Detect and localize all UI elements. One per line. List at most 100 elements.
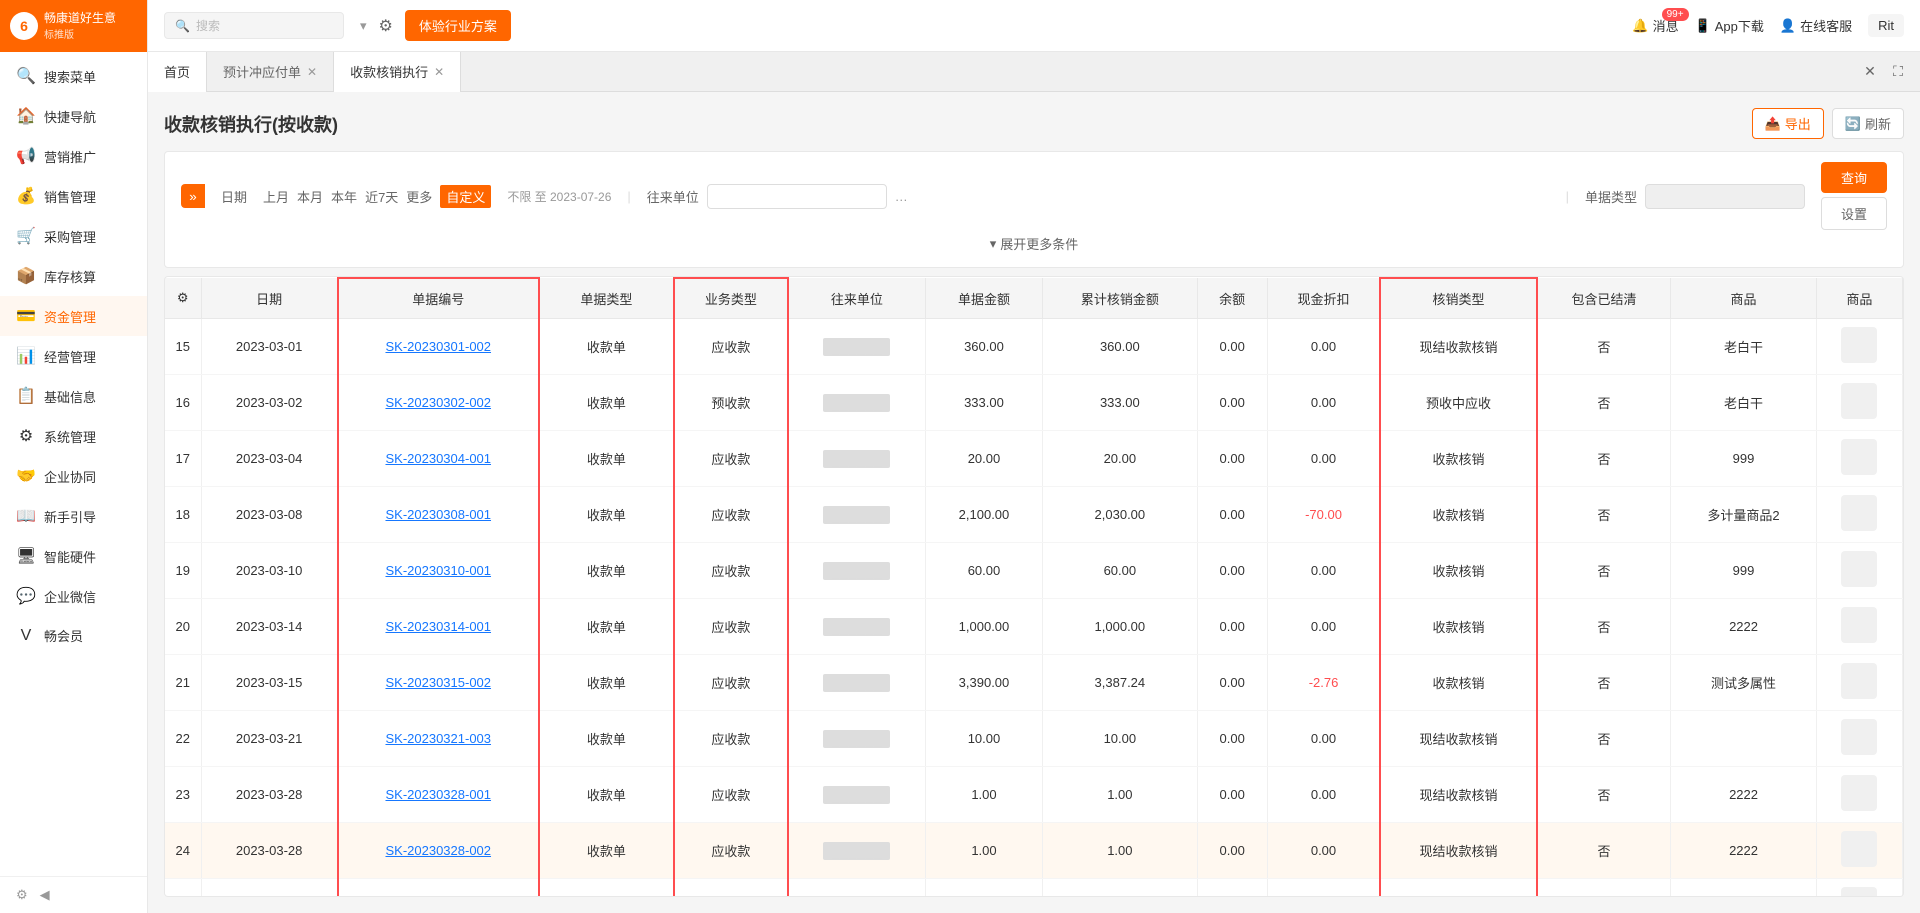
sidebar-label-basic: 基础信息 <box>44 387 96 406</box>
doc-no-link[interactable]: SK-20230304-001 <box>385 451 491 466</box>
topbar-search-box[interactable]: 🔍 搜索 <box>164 12 344 39</box>
cell-discount: 0.00 <box>1267 375 1380 431</box>
table-row[interactable]: 25 2023-03-31 SK-20230331-002 红字收款单 应收款 … <box>165 879 1903 898</box>
cell-include-settled: 否 <box>1537 711 1671 767</box>
tab-receivable[interactable]: 预计冲应付单 ✕ <box>207 52 334 92</box>
col-write-off: 累计核销金额 <box>1043 278 1198 319</box>
sidebar-item-hardware[interactable]: 🖥智能硬件 <box>0 536 147 576</box>
sidebar-item-wechat[interactable]: 💬企业微信 <box>0 576 147 616</box>
cell-doc-no: SK-20230315-002 <box>338 655 539 711</box>
cell-date: 2023-03-08 <box>201 487 338 543</box>
sidebar-item-member[interactable]: V畅会员 <box>0 616 147 655</box>
filter-date-options: 上月 本月 本年 近7天 更多 自定义 <box>263 185 491 208</box>
date-custom[interactable]: 自定义 <box>440 185 491 208</box>
doc-no-link[interactable]: SK-20230321-003 <box>385 731 491 746</box>
filter-toggle-button[interactable]: » <box>181 184 205 208</box>
filter-type-select[interactable] <box>1645 184 1805 209</box>
product-thumbnail <box>1841 551 1877 587</box>
sidebar-item-guide[interactable]: 📖新手引导 <box>0 496 147 536</box>
cell-amount: 1.00 <box>925 767 1042 823</box>
sidebar-item-purchase[interactable]: 🛒采购管理 <box>0 216 147 256</box>
table-row[interactable]: 24 2023-03-28 SK-20230328-002 收款单 应收款 ██… <box>165 823 1903 879</box>
table-row[interactable]: 21 2023-03-15 SK-20230315-002 收款单 应收款 ██… <box>165 655 1903 711</box>
refresh-button[interactable]: 🔄 刷新 <box>1832 108 1904 139</box>
date-this-month[interactable]: 本月 <box>297 187 323 206</box>
filter-type: 单据类型 <box>1585 184 1805 209</box>
sidebar-item-search[interactable]: 🔍搜索菜单 <box>0 56 147 96</box>
date-last-month[interactable]: 上月 <box>263 187 289 206</box>
tab-collection-label: 收款核销执行 <box>350 62 428 81</box>
cell-balance: 0.00 <box>1197 823 1267 879</box>
date-7days[interactable]: 近7天 <box>365 187 398 206</box>
tabbar-close-btn[interactable]: ✕ <box>1858 60 1882 84</box>
tab-collection[interactable]: 收款核销执行 ✕ <box>334 52 461 92</box>
date-more[interactable]: 更多 <box>406 187 432 206</box>
table-row[interactable]: 15 2023-03-01 SK-20230301-002 收款单 应收款 ██… <box>165 319 1903 375</box>
cell-discount: 0.00 <box>1267 879 1380 898</box>
sidebar-item-sales[interactable]: 💰销售管理 <box>0 176 147 216</box>
sidebar-settings-icon[interactable]: ⚙ <box>16 887 28 903</box>
table-row[interactable]: 17 2023-03-04 SK-20230304-001 收款单 应收款 ██… <box>165 431 1903 487</box>
table-row[interactable]: 18 2023-03-08 SK-20230308-001 收款单 应收款 ██… <box>165 487 1903 543</box>
query-button[interactable]: 查询 <box>1821 162 1887 193</box>
cell-product: 2222 <box>1671 823 1816 879</box>
sidebar-item-operation[interactable]: 📊经营管理 <box>0 336 147 376</box>
table-row[interactable]: 23 2023-03-28 SK-20230328-001 收款单 应收款 ██… <box>165 767 1903 823</box>
doc-no-link[interactable]: SK-20230310-001 <box>385 563 491 578</box>
user-info[interactable]: Rit <box>1868 14 1904 37</box>
doc-no-link[interactable]: SK-20230301-002 <box>385 339 491 354</box>
tabbar-expand-btn[interactable]: ⛶ <box>1886 60 1910 84</box>
tab-collection-close[interactable]: ✕ <box>434 65 444 79</box>
col-settings[interactable]: ⚙ <box>165 278 201 319</box>
sidebar-menu: 🔍搜索菜单🏠快捷导航📢营销推广💰销售管理🛒采购管理📦库存核算💳资金管理📊经营管理… <box>0 52 147 876</box>
export-button[interactable]: 📤 导出 <box>1752 108 1824 139</box>
doc-no-link[interactable]: SK-20230328-002 <box>385 843 491 858</box>
col-product: 商品 <box>1671 278 1816 319</box>
notice-button[interactable]: 🔔 消息 99+ <box>1632 16 1678 35</box>
doc-no-link[interactable]: SK-20230328-001 <box>385 787 491 802</box>
table-row[interactable]: 19 2023-03-10 SK-20230310-001 收款单 应收款 ██… <box>165 543 1903 599</box>
cell-biz-type: 应收款 <box>674 487 788 543</box>
cell-no: 20 <box>165 599 201 655</box>
filter-type-label: 单据类型 <box>1585 187 1637 206</box>
cell-biz-type: 应收款 <box>674 767 788 823</box>
sidebar-item-basic[interactable]: 📋基础信息 <box>0 376 147 416</box>
filter-expand[interactable]: ▾ 展开更多条件 <box>181 230 1887 257</box>
service-icon: 👤 <box>1780 18 1796 34</box>
filter-unit-input[interactable] <box>707 184 887 209</box>
sidebar-item-system[interactable]: ⚙系统管理 <box>0 416 147 456</box>
cell-cancel-type: 收款核销 <box>1380 543 1536 599</box>
doc-no-link[interactable]: SK-20230314-001 <box>385 619 491 634</box>
cell-product: 老白干 <box>1671 375 1816 431</box>
app-download-button[interactable]: 📱 App下载 <box>1695 16 1764 35</box>
online-service-button[interactable]: 👤 在线客服 <box>1780 16 1852 35</box>
topbar-gear-icon[interactable]: ⚙ <box>379 16 393 36</box>
tab-home[interactable]: 首页 <box>148 52 207 92</box>
filter-unit: 往来单位 … <box>647 184 1550 209</box>
cell-amount: 3,390.00 <box>925 655 1042 711</box>
doc-no-link[interactable]: SK-20230302-002 <box>385 395 491 410</box>
doc-no-link[interactable]: SK-20230315-002 <box>385 675 491 690</box>
table-row[interactable]: 22 2023-03-21 SK-20230321-003 收款单 应收款 ██… <box>165 711 1903 767</box>
sidebar-item-quick[interactable]: 🏠快捷导航 <box>0 96 147 136</box>
sidebar-item-inventory[interactable]: 📦库存核算 <box>0 256 147 296</box>
col-doc-no: 单据编号 <box>338 278 539 319</box>
solution-button[interactable]: 体验行业方案 <box>405 10 511 41</box>
settings-button[interactable]: 设置 <box>1821 197 1887 230</box>
sidebar-collapse-icon[interactable]: ◀ <box>40 887 50 903</box>
date-this-year[interactable]: 本年 <box>331 187 357 206</box>
doc-no-link[interactable]: SK-20230308-001 <box>385 507 491 522</box>
sidebar-item-marketing[interactable]: 📢营销推广 <box>0 136 147 176</box>
cell-product: 测试jun <box>1671 879 1816 898</box>
table-row[interactable]: 16 2023-03-02 SK-20230302-002 收款单 预收款 ██… <box>165 375 1903 431</box>
sidebar-item-corp[interactable]: 🤝企业协同 <box>0 456 147 496</box>
sidebar-item-finance[interactable]: 💳资金管理 <box>0 296 147 336</box>
table-row[interactable]: 20 2023-03-14 SK-20230314-001 收款单 应收款 ██… <box>165 599 1903 655</box>
filter-date-range: 不限 至 2023-07-26 <box>507 188 611 205</box>
cell-balance: 0.00 <box>1197 655 1267 711</box>
cell-discount: 0.00 <box>1267 319 1380 375</box>
tab-receivable-close[interactable]: ✕ <box>307 65 317 79</box>
cell-no: 18 <box>165 487 201 543</box>
cell-doc-no: SK-20230301-002 <box>338 319 539 375</box>
cell-doc-type: 收款单 <box>539 543 674 599</box>
